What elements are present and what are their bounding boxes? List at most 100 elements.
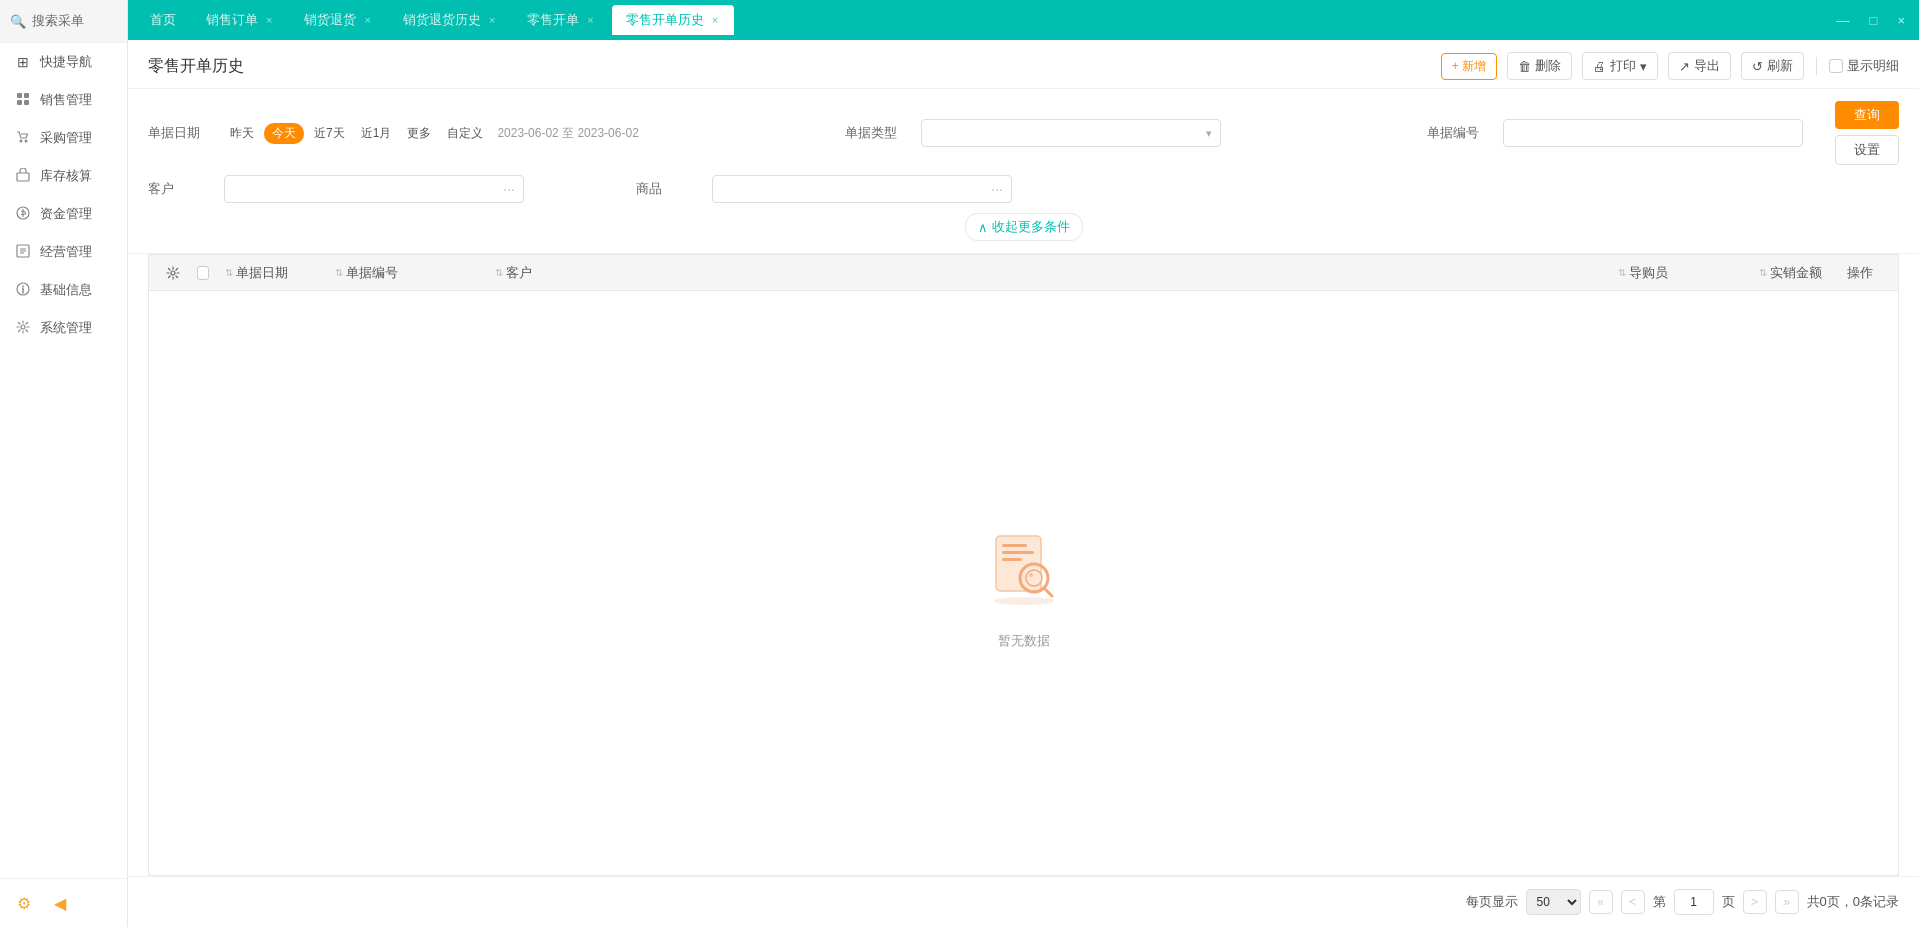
th-salesperson[interactable]: ⇅ 导购员 [1610, 264, 1710, 282]
window-close-btn[interactable]: × [1891, 11, 1911, 30]
bill-type-select[interactable]: ▾ [921, 119, 1221, 147]
sidebar-item-base-info[interactable]: 基础信息 [0, 271, 127, 309]
goods-dots-icon[interactable]: ··· [991, 181, 1003, 197]
first-page-btn[interactable]: « [1589, 890, 1613, 914]
page-word: 第 [1653, 893, 1666, 911]
shortcut-more[interactable]: 更多 [401, 123, 437, 144]
display-cols-checkbox[interactable] [1829, 59, 1843, 73]
svg-point-5 [25, 139, 28, 142]
th-customer-label: 客户 [506, 264, 532, 282]
page-size-select[interactable]: 20 50 100 200 [1526, 889, 1581, 915]
window-min-btn[interactable]: — [1831, 11, 1856, 30]
display-cols-label: 显示明细 [1847, 57, 1899, 75]
svg-rect-14 [1002, 544, 1027, 547]
tab-retail-open-history-close[interactable]: × [710, 14, 720, 26]
customer-dots-icon[interactable]: ··· [503, 181, 515, 197]
sidebar-item-inventory[interactable]: 库存核算 [0, 157, 127, 195]
filter-row-date: 单据日期 昨天 今天 近7天 近1月 更多 自定义 2023-06-02 至 2… [148, 101, 1899, 165]
bill-no-input[interactable] [1503, 119, 1803, 147]
shortcut-1month[interactable]: 近1月 [355, 123, 398, 144]
sidebar-item-purchase-mgmt[interactable]: 采购管理 [0, 119, 127, 157]
toolbar: + 新增 🗑 删除 🖨 打印 ▾ ↗ 导出 ↺ 刷新 [1441, 52, 1899, 80]
search-menu-item[interactable]: 🔍 搜索采单 [0, 0, 127, 43]
th-billno[interactable]: ⇅ 单据编号 [327, 264, 487, 282]
sidebar-item-quick-nav[interactable]: ⊞ 快捷导航 [0, 43, 127, 81]
prev-page-btn[interactable]: < [1621, 890, 1645, 914]
shortcut-today[interactable]: 今天 [264, 123, 304, 144]
refresh-label: 刷新 [1767, 57, 1793, 75]
display-cols-toggle[interactable]: 显示明细 [1829, 57, 1899, 75]
window-max-btn[interactable]: □ [1864, 11, 1884, 30]
tab-sales-order[interactable]: 销售订单 × [192, 5, 288, 35]
last-page-btn[interactable]: » [1775, 890, 1799, 914]
th-amount-label: 实销金额 [1770, 264, 1822, 282]
shortcut-7days[interactable]: 近7天 [308, 123, 351, 144]
setting-button[interactable]: 设置 [1835, 135, 1899, 165]
print-arrow-icon: ▾ [1640, 59, 1647, 74]
sidebar-footer: ⚙ ◀ [0, 878, 127, 927]
print-icon: 🖨 [1593, 59, 1606, 74]
sidebar: 🔍 搜索采单 ⊞ 快捷导航 销售管理 采购管理 库存核算 [0, 0, 128, 927]
table-area: ⇅ 单据日期 ⇅ 单据编号 ⇅ 客户 ⇅ 导购员 ⇅ 实销金额 [128, 254, 1919, 876]
svg-rect-0 [17, 93, 22, 98]
quick-nav-icon: ⊞ [14, 54, 32, 70]
th-date[interactable]: ⇅ 单据日期 [217, 264, 327, 282]
svg-point-18 [1026, 570, 1042, 586]
page-title: 零售开单历史 [148, 56, 244, 77]
tab-sales-return-history-label: 销货退货历史 [403, 11, 481, 29]
next-page-btn[interactable]: > [1743, 890, 1767, 914]
query-button[interactable]: 查询 [1835, 101, 1899, 129]
svg-rect-15 [1002, 551, 1034, 554]
export-button[interactable]: ↗ 导出 [1668, 52, 1731, 80]
settings-footer-btn[interactable]: ⚙ [10, 889, 38, 917]
print-label: 打印 [1610, 57, 1636, 75]
page-header: 零售开单历史 + 新增 🗑 删除 🖨 打印 ▾ ↗ 导出 ↺ [128, 40, 1919, 89]
sidebar-item-label: 基础信息 [40, 281, 92, 299]
tab-retail-open-history[interactable]: 零售开单历史 × [612, 5, 734, 35]
th-amount[interactable]: ⇅ 实销金额 [1710, 264, 1830, 282]
tab-sales-order-close[interactable]: × [264, 14, 274, 26]
sort-icon: ⇅ [335, 267, 343, 278]
sidebar-item-sys-mgmt[interactable]: 系统管理 [0, 309, 127, 347]
export-label: 导出 [1694, 57, 1720, 75]
page-input[interactable] [1674, 889, 1714, 915]
svg-rect-3 [24, 100, 29, 105]
svg-point-12 [994, 597, 1054, 605]
window-controls: — □ × [1831, 11, 1911, 30]
bill-no-label: 单据编号 [1427, 124, 1487, 142]
sort-icon: ⇅ [1759, 267, 1767, 278]
main-area: 首页 销售订单 × 销货退货 × 销货退货历史 × 零售开单 × 零售开单历史 … [128, 0, 1919, 927]
sidebar-item-sales-mgmt[interactable]: 销售管理 [0, 81, 127, 119]
shortcut-yesterday[interactable]: 昨天 [224, 123, 260, 144]
tab-home[interactable]: 首页 [136, 5, 190, 35]
table-header: ⇅ 单据日期 ⇅ 单据编号 ⇅ 客户 ⇅ 导购员 ⇅ 实销金额 [148, 254, 1899, 290]
tab-sales-return-history-close[interactable]: × [487, 14, 497, 26]
th-customer[interactable]: ⇅ 客户 [487, 264, 1610, 282]
tab-retail-open[interactable]: 零售开单 × [513, 5, 609, 35]
refresh-button[interactable]: ↺ 刷新 [1741, 52, 1804, 80]
select-all-checkbox[interactable] [197, 266, 209, 280]
inventory-icon [14, 168, 32, 185]
sidebar-nav: ⊞ 快捷导航 销售管理 采购管理 库存核算 资金管理 [0, 43, 127, 878]
sidebar-item-finance[interactable]: 资金管理 [0, 195, 127, 233]
th-action-label: 操作 [1847, 264, 1873, 282]
tab-sales-return[interactable]: 销货退货 × [290, 5, 386, 35]
shortcut-custom[interactable]: 自定义 [441, 123, 489, 144]
add-button[interactable]: + 新增 [1441, 53, 1497, 80]
tab-sales-return-history[interactable]: 销货退货历史 × [389, 5, 511, 35]
print-button[interactable]: 🖨 打印 ▾ [1582, 52, 1658, 80]
sidebar-item-label: 销售管理 [40, 91, 92, 109]
collapse-sidebar-btn[interactable]: ◀ [46, 889, 74, 917]
export-icon: ↗ [1679, 59, 1690, 74]
search-icon: 🔍 [10, 14, 26, 29]
delete-button[interactable]: 🗑 删除 [1507, 52, 1572, 80]
tab-retail-open-close[interactable]: × [585, 14, 595, 26]
th-settings[interactable] [157, 266, 189, 280]
query-area: 查询 设置 [1835, 101, 1899, 165]
th-action: 操作 [1830, 264, 1890, 282]
tab-sales-return-close[interactable]: × [362, 14, 372, 26]
th-checkbox[interactable] [189, 266, 217, 280]
svg-point-20 [1029, 573, 1033, 577]
collapse-btn[interactable]: ∧ 收起更多条件 [965, 213, 1083, 241]
sidebar-item-operations[interactable]: 经营管理 [0, 233, 127, 271]
